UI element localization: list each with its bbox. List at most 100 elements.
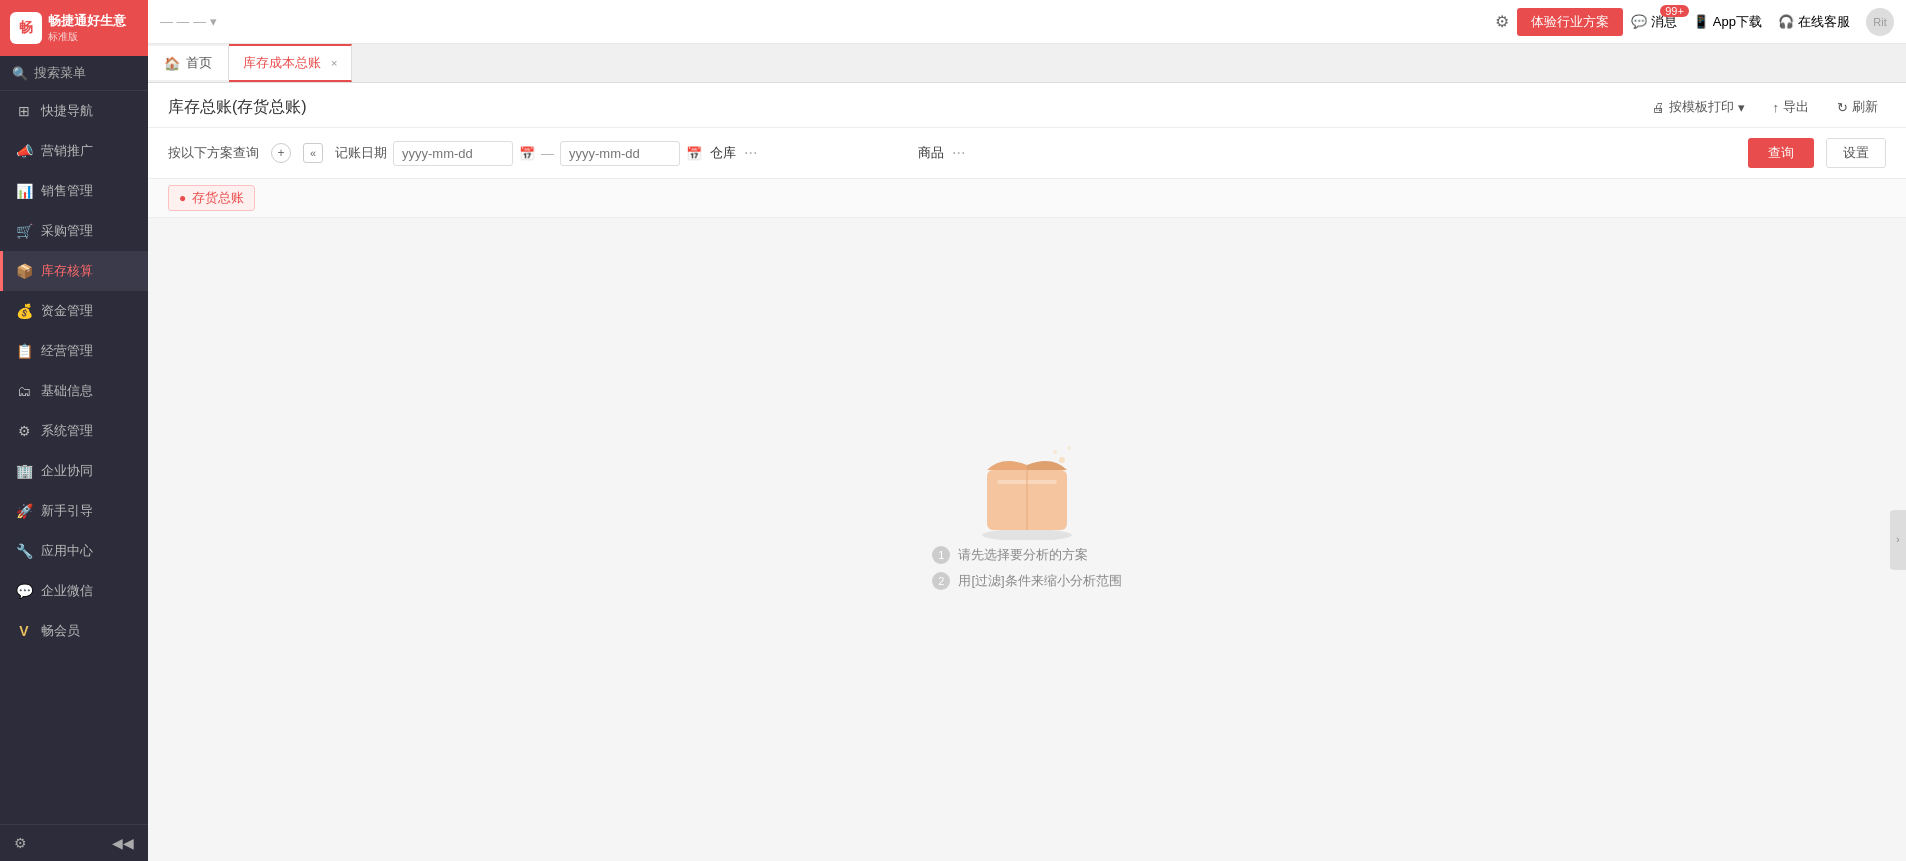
- settings-icon[interactable]: ⚙: [14, 835, 27, 851]
- sidebar-item-label: 库存核算: [41, 262, 93, 280]
- tabbar: 🏠 首页 库存成本总账 ×: [148, 44, 1906, 83]
- user-avatar[interactable]: Rit: [1866, 8, 1894, 36]
- message-count: 99+: [1660, 5, 1689, 17]
- tip-number-1: 1: [932, 546, 950, 564]
- topbar: — — — ▾ ⚙ 体验行业方案 💬 消息 99+ 📱 App下载 🎧 在线客服…: [148, 0, 1906, 44]
- sidebar-item-label: 采购管理: [41, 222, 93, 240]
- sidebar-item-label: 资金管理: [41, 302, 93, 320]
- version-label: 标准版: [48, 30, 126, 43]
- refresh-btn[interactable]: ↻ 刷新: [1829, 95, 1886, 119]
- search-menu[interactable]: 🔍 搜索菜单: [0, 56, 148, 91]
- sidebar-item-system[interactable]: ⚙ 系统管理: [0, 411, 148, 451]
- empty-svg: [967, 430, 1087, 540]
- tip-text-2: 用[过滤]条件来缩小分析范围: [958, 572, 1121, 590]
- main-container: — — — ▾ ⚙ 体验行业方案 💬 消息 99+ 📱 App下载 🎧 在线客服…: [148, 0, 1906, 861]
- export-btn[interactable]: ↑ 导出: [1765, 95, 1818, 119]
- breadcrumb: — — — ▾: [160, 14, 1487, 29]
- sidebar-item-label: 营销推广: [41, 142, 93, 160]
- tip-text-1: 请先选择要分析的方案: [958, 546, 1088, 564]
- goods-label: 商品: [918, 144, 944, 162]
- right-panel-toggle[interactable]: ›: [1890, 510, 1906, 570]
- export-icon: ↑: [1773, 100, 1780, 115]
- system-icon: ⚙: [15, 423, 33, 439]
- message-badge[interactable]: 💬 消息 99+: [1631, 13, 1677, 31]
- date-to-input[interactable]: [560, 141, 680, 166]
- sidebar-item-sales[interactable]: 📊 销售管理: [0, 171, 148, 211]
- sidebar-item-purchase[interactable]: 🛒 采购管理: [0, 211, 148, 251]
- operation-icon: 📋: [15, 343, 33, 359]
- logo-text: 畅捷通好生意 标准版: [48, 13, 126, 43]
- filter-add-btn[interactable]: +: [271, 143, 291, 163]
- filter-label: 按以下方案查询: [168, 144, 259, 162]
- sidebar-item-wechat[interactable]: 💬 企业微信: [0, 571, 148, 611]
- scheme-tag[interactable]: ● 存货总账: [168, 185, 255, 211]
- gear-icon[interactable]: ⚙: [1495, 12, 1509, 31]
- sidebar-item-operation[interactable]: 📋 经营管理: [0, 331, 148, 371]
- sidebar-item-label: 系统管理: [41, 422, 93, 440]
- sidebar-item-inventory[interactable]: 📦 库存核算: [0, 251, 148, 291]
- quick-nav-icon: ⊞: [15, 103, 33, 119]
- settings-btn[interactable]: 设置: [1826, 138, 1886, 168]
- message-icon: 💬: [1631, 14, 1647, 29]
- print-icon: 🖨: [1652, 100, 1665, 115]
- sales-icon: 📊: [15, 183, 33, 199]
- date-separator: —: [541, 146, 554, 161]
- empty-tip-1: 1 请先选择要分析的方案: [932, 546, 1121, 564]
- sidebar-item-member[interactable]: V 畅会员: [0, 611, 148, 651]
- sidebar-nav: ⊞ 快捷导航 📣 营销推广 📊 销售管理 🛒 采购管理 📦 库存核算 💰 资金管…: [0, 91, 148, 824]
- scheme-tag-label: 存货总账: [192, 189, 244, 207]
- sidebar-item-enterprise[interactable]: 🏢 企业协同: [0, 451, 148, 491]
- tab-inventory-ledger[interactable]: 库存成本总账 ×: [229, 44, 352, 82]
- empty-tip-2: 2 用[过滤]条件来缩小分析范围: [932, 572, 1121, 590]
- sidebar-logo: 畅 畅捷通好生意 标准版: [0, 0, 148, 56]
- breadcrumb-text: — — —: [160, 14, 206, 29]
- page-header-actions: 🖨 按模板打印 ▾ ↑ 导出 ↻ 刷新: [1644, 95, 1887, 119]
- home-icon: 🏠: [164, 56, 180, 71]
- member-icon: V: [15, 623, 33, 639]
- goods-more-icon[interactable]: ···: [948, 142, 969, 164]
- sidebar-item-quick-nav[interactable]: ⊞ 快捷导航: [0, 91, 148, 131]
- tip-number-2: 2: [932, 572, 950, 590]
- print-btn[interactable]: 🖨 按模板打印 ▾: [1644, 95, 1753, 119]
- page-header: 库存总账(存货总账) 🖨 按模板打印 ▾ ↑ 导出 ↻ 刷新: [148, 83, 1906, 128]
- calendar-from-icon[interactable]: 📅: [519, 146, 535, 161]
- sidebar-item-marketing[interactable]: 📣 营销推广: [0, 131, 148, 171]
- sidebar-item-label: 畅会员: [41, 622, 80, 640]
- app-download-btn[interactable]: 📱 App下载: [1693, 13, 1762, 31]
- guide-icon: 🚀: [15, 503, 33, 519]
- online-service-btn[interactable]: 🎧 在线客服: [1778, 13, 1850, 31]
- calendar-to-icon[interactable]: 📅: [686, 146, 702, 161]
- empty-tips: 1 请先选择要分析的方案 2 用[过滤]条件来缩小分析范围: [932, 546, 1121, 590]
- sidebar-item-guide[interactable]: 🚀 新手引导: [0, 491, 148, 531]
- date-from-input[interactable]: [393, 141, 513, 166]
- scheme-row: ● 存货总账: [148, 179, 1906, 218]
- close-icon[interactable]: ×: [331, 57, 337, 69]
- refresh-icon: ↻: [1837, 100, 1848, 115]
- svg-point-4: [1059, 457, 1065, 463]
- sidebar-item-finance[interactable]: 💰 资金管理: [0, 291, 148, 331]
- brand-name: 畅捷通好生意: [48, 13, 126, 30]
- sidebar-item-basic[interactable]: 🗂 基础信息: [0, 371, 148, 411]
- filter-collapse-btn[interactable]: «: [303, 143, 323, 163]
- sidebar-item-app-center[interactable]: 🔧 应用中心: [0, 531, 148, 571]
- sidebar-item-label: 企业协同: [41, 462, 93, 480]
- sidebar-item-label: 经营管理: [41, 342, 93, 360]
- marketing-icon: 📣: [15, 143, 33, 159]
- tab-home-label: 首页: [186, 54, 212, 72]
- tab-home[interactable]: 🏠 首页: [148, 46, 229, 80]
- chevron-down-icon: ▾: [210, 14, 217, 29]
- sidebar-item-label: 销售管理: [41, 182, 93, 200]
- industry-btn[interactable]: 体验行业方案: [1517, 8, 1623, 36]
- svg-point-6: [1067, 446, 1071, 450]
- query-btn[interactable]: 查询: [1748, 138, 1814, 168]
- goods-filter-group: 商品 ···: [918, 142, 1118, 164]
- collapse-sidebar-icon[interactable]: ◀◀: [112, 835, 134, 851]
- sidebar-item-label: 新手引导: [41, 502, 93, 520]
- search-menu-label: 搜索菜单: [34, 64, 86, 82]
- sidebar-item-label: 企业微信: [41, 582, 93, 600]
- online-service-label: 在线客服: [1798, 13, 1850, 31]
- wechat-icon: 💬: [15, 583, 33, 599]
- warehouse-more-icon[interactable]: ···: [740, 142, 761, 164]
- topbar-right: 💬 消息 99+ 📱 App下载 🎧 在线客服 Rit: [1631, 8, 1894, 36]
- sidebar: 畅 畅捷通好生意 标准版 🔍 搜索菜单 ⊞ 快捷导航 📣 营销推广 📊 销售管理…: [0, 0, 148, 861]
